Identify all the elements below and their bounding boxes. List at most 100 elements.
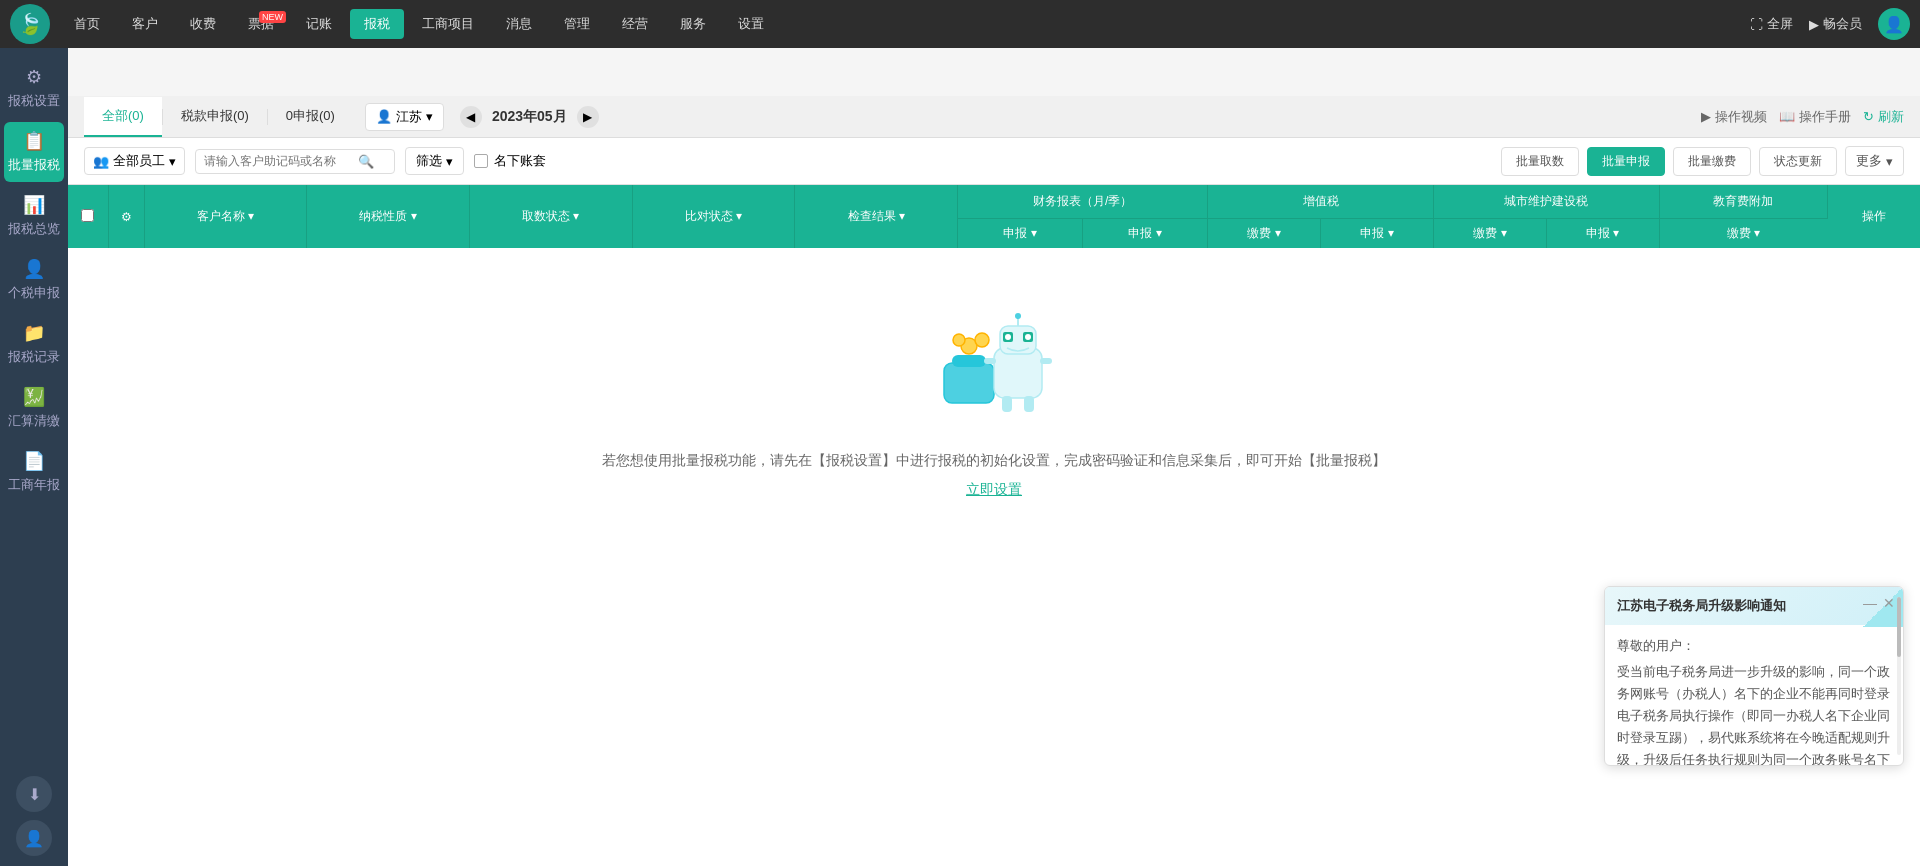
- sidebar-item-annual-report[interactable]: 📄 工商年报: [4, 442, 64, 502]
- nav-operation[interactable]: 经营: [608, 9, 662, 39]
- top-navigation: 🍃 首页 客户 收费 票据 NEW 记账 报税 工商项目 消息 管理 经营 服务…: [0, 0, 1920, 48]
- th-select-all[interactable]: [68, 185, 108, 248]
- avatar[interactable]: 👤: [1878, 8, 1910, 40]
- minimize-notification-button[interactable]: —: [1863, 595, 1877, 611]
- nav-manage[interactable]: 管理: [550, 9, 604, 39]
- batch-declare-button[interactable]: 批量申报: [1587, 147, 1665, 176]
- date-navigation: ◀ 2023年05月 ▶: [460, 106, 599, 128]
- nav-menu: 首页 客户 收费 票据 NEW 记账 报税 工商项目 消息 管理 经营 服务 设…: [60, 9, 1750, 39]
- nav-home[interactable]: 首页: [60, 9, 114, 39]
- batch-pay-button[interactable]: 批量缴费: [1673, 147, 1751, 176]
- th-city-pay[interactable]: 缴费 ▾: [1433, 219, 1546, 249]
- next-month-button[interactable]: ▶: [577, 106, 599, 128]
- user-icon-btn[interactable]: 👤: [16, 820, 52, 856]
- th-edu-pay[interactable]: 缴费 ▾: [1659, 219, 1827, 249]
- th-finance-declare[interactable]: 申报 ▾: [958, 219, 1083, 249]
- svg-point-4: [953, 334, 965, 346]
- svg-rect-5: [994, 348, 1042, 398]
- svg-point-8: [1015, 313, 1021, 319]
- th-vat: 增值税: [1208, 185, 1434, 219]
- video-link[interactable]: ▶ 操作视频: [1701, 108, 1767, 126]
- download-icon-btn[interactable]: ⬇: [16, 776, 52, 812]
- batch-tax-icon: 📋: [23, 130, 45, 152]
- setup-link[interactable]: 立即设置: [966, 481, 1022, 499]
- table-header-row1: ⚙ 客户名称 ▾ 纳税性质 ▾ 取数状态 ▾ 比对状态 ▾ 检查结果 ▾ 财务报…: [68, 185, 1920, 219]
- search-input[interactable]: [204, 154, 354, 168]
- svg-point-11: [1005, 334, 1011, 340]
- notification-panel: 江苏电子税务局升级影响通知 — ✕ 尊敬的用户： 受当前电子税务局进一步升级的影…: [1604, 586, 1904, 766]
- svg-rect-0: [944, 363, 994, 403]
- filter-button[interactable]: 筛选 ▾: [405, 147, 464, 175]
- tab-zero-declare[interactable]: 0申报(0): [268, 97, 353, 137]
- status-update-button[interactable]: 状态更新: [1759, 147, 1837, 176]
- svg-rect-14: [1040, 358, 1052, 364]
- tab-all[interactable]: 全部(0): [84, 97, 162, 137]
- select-all-checkbox[interactable]: [81, 209, 94, 222]
- th-city-declare[interactable]: 申报 ▾: [1321, 219, 1434, 249]
- more-button[interactable]: 更多 ▾: [1845, 146, 1904, 176]
- sidebar-item-tax-summary[interactable]: 📊 报税总览: [4, 186, 64, 246]
- nav-service[interactable]: 服务: [666, 9, 720, 39]
- batch-fetch-button[interactable]: 批量取数: [1501, 147, 1579, 176]
- notification-scrollbar[interactable]: [1897, 597, 1901, 755]
- svg-rect-13: [984, 358, 996, 364]
- th-gear[interactable]: ⚙: [108, 185, 144, 248]
- nav-settings[interactable]: 设置: [724, 9, 778, 39]
- sidebar-item-personal-tax[interactable]: 👤 个税申报: [4, 250, 64, 310]
- th-vat-declare[interactable]: 申报 ▾: [1083, 219, 1208, 249]
- nav-client[interactable]: 客户: [118, 9, 172, 39]
- search-box[interactable]: 🔍: [195, 149, 395, 174]
- prev-month-button[interactable]: ◀: [460, 106, 482, 128]
- sidebar-item-settlement[interactable]: 💹 汇算清缴: [4, 378, 64, 438]
- nav-fee[interactable]: 收费: [176, 9, 230, 39]
- nav-business[interactable]: 工商项目: [408, 9, 488, 39]
- book-icon: 📖: [1779, 109, 1795, 124]
- th-fetch-status[interactable]: 取数状态 ▾: [469, 185, 632, 248]
- fullscreen-button[interactable]: ⛶ 全屏: [1750, 15, 1793, 33]
- empty-state-row: 若您想使用批量报税功能，请先在【报税设置】中进行报税的初始化设置，完成密码验证和…: [68, 248, 1920, 539]
- svg-rect-16: [1024, 396, 1034, 412]
- more-chevron-icon: ▾: [1886, 154, 1893, 169]
- search-icon: 🔍: [358, 154, 374, 169]
- th-client-name[interactable]: 客户名称 ▾: [144, 185, 307, 248]
- toolbar-right-actions: 批量取数 批量申报 批量缴费 状态更新 更多 ▾: [1501, 146, 1904, 176]
- nav-accounting[interactable]: 记账: [292, 9, 346, 39]
- nav-message[interactable]: 消息: [492, 9, 546, 39]
- employee-select[interactable]: 👥 全部员工 ▾: [84, 147, 185, 175]
- th-compare-status[interactable]: 比对状态 ▾: [632, 185, 795, 248]
- robot-illustration: [934, 308, 1054, 428]
- tab-tax-declare[interactable]: 税款申报(0): [163, 97, 267, 137]
- th-check-result[interactable]: 检查结果 ▾: [795, 185, 958, 248]
- notification-text: 受当前电子税务局进一步升级的影响，同一个政务网账号（办税人）名下的企业不能再同时…: [1617, 661, 1891, 765]
- tab-bar-actions: ▶ 操作视频 📖 操作手册 ↻ 刷新: [1701, 108, 1904, 126]
- svg-rect-15: [1002, 396, 1012, 412]
- region-selector[interactable]: 👤 江苏 ▾: [365, 103, 444, 131]
- video-icon: ▶: [1701, 109, 1711, 124]
- empty-state-cell: 若您想使用批量报税功能，请先在【报税设置】中进行报税的初始化设置，完成密码验证和…: [68, 248, 1920, 539]
- account-check[interactable]: 名下账套: [474, 152, 546, 170]
- svg-point-3: [975, 333, 989, 347]
- sidebar-item-batch-tax[interactable]: 📋 批量报税: [4, 122, 64, 182]
- member-button[interactable]: ▶ 畅会员: [1809, 15, 1862, 33]
- manual-link[interactable]: 📖 操作手册: [1779, 108, 1851, 126]
- empty-message: 若您想使用批量报税功能，请先在【报税设置】中进行报税的初始化设置，完成密码验证和…: [602, 448, 1386, 473]
- sidebar-item-tax-settings[interactable]: ⚙ 报税设置: [4, 58, 64, 118]
- th-vat-pay[interactable]: 缴费 ▾: [1208, 219, 1321, 249]
- account-checkbox[interactable]: [474, 154, 488, 168]
- tax-settings-icon: ⚙: [26, 66, 42, 88]
- th-edu-declare[interactable]: 申报 ▾: [1546, 219, 1659, 249]
- close-notification-button[interactable]: ✕: [1883, 595, 1895, 611]
- settlement-icon: 💹: [23, 386, 45, 408]
- nav-invoice[interactable]: 票据 NEW: [234, 9, 288, 39]
- nav-tax[interactable]: 报税: [350, 9, 404, 39]
- member-icon: ▶: [1809, 17, 1819, 32]
- th-tax-type[interactable]: 纳税性质 ▾: [307, 185, 470, 248]
- filter-chevron-icon: ▾: [446, 154, 453, 169]
- sidebar-item-tax-record[interactable]: 📁 报税记录: [4, 314, 64, 374]
- refresh-button[interactable]: ↻ 刷新: [1863, 108, 1904, 126]
- th-city-tax: 城市维护建设税: [1433, 185, 1659, 219]
- svg-rect-1: [952, 355, 986, 367]
- th-financial-report: 财务报表（月/季）: [958, 185, 1208, 219]
- annual-report-icon: 📄: [23, 450, 45, 472]
- notification-title: 江苏电子税务局升级影响通知: [1617, 597, 1786, 615]
